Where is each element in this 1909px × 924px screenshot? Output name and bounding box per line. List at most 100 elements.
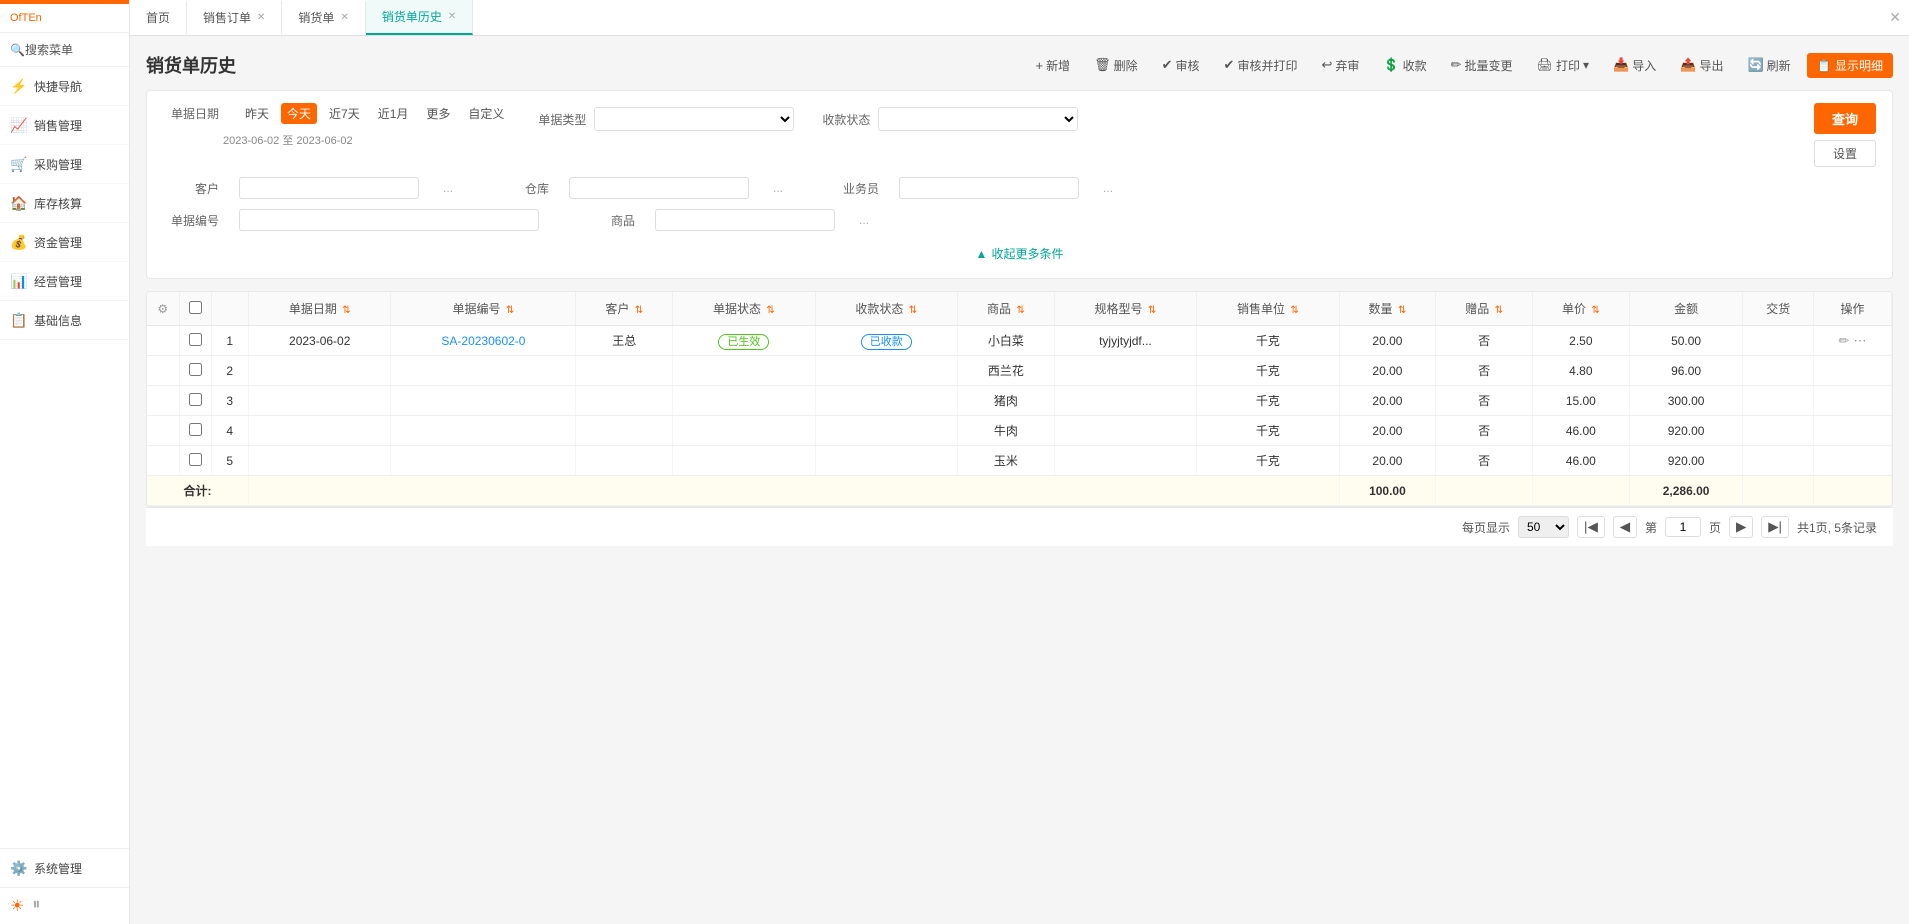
row-checkbox-0[interactable] bbox=[179, 326, 211, 356]
row-checkbox-1[interactable] bbox=[179, 356, 211, 386]
customer-input[interactable] bbox=[239, 177, 419, 199]
th-doc-date[interactable]: 单据日期 ⇅ bbox=[249, 292, 391, 326]
row-doc-number-1[interactable] bbox=[391, 356, 576, 386]
page-number-input[interactable] bbox=[1665, 517, 1701, 537]
edit-icon-0[interactable]: ✏ bbox=[1839, 333, 1850, 349]
print-button[interactable]: 🖨 打印 ▾ bbox=[1529, 53, 1598, 78]
row-payment-status-3 bbox=[815, 416, 957, 446]
row-operation-0: ✏ ⋯ bbox=[1814, 326, 1892, 356]
customer-ellipsis[interactable]: ... bbox=[443, 181, 453, 195]
tab-sales-delivery-close[interactable]: ✕ bbox=[340, 12, 348, 23]
sidebar-item-fund-mgmt[interactable]: 💰 资金管理 bbox=[0, 223, 129, 262]
th-payment-status[interactable]: 收款状态 ⇅ bbox=[815, 292, 957, 326]
tab-sales-order[interactable]: 销售订单 ✕ bbox=[187, 1, 282, 34]
audit-button[interactable]: ✔ 审核 bbox=[1154, 53, 1208, 78]
th-gift[interactable]: 赠品 ⇅ bbox=[1436, 292, 1533, 326]
row-product-4: 玉米 bbox=[958, 446, 1055, 476]
row-settings-2 bbox=[147, 386, 179, 416]
date-btn-today[interactable]: 今天 bbox=[281, 103, 317, 124]
sidebar-item-purchase-mgmt[interactable]: 🛒 采购管理 bbox=[0, 145, 129, 184]
last-page-btn[interactable]: ▶| bbox=[1761, 516, 1789, 538]
tab-sales-order-close[interactable]: ✕ bbox=[257, 12, 265, 23]
th-checkbox bbox=[179, 292, 211, 326]
import-button[interactable]: 📥 导入 bbox=[1605, 53, 1664, 78]
audit-print-button[interactable]: ✔ 审核并打印 bbox=[1216, 53, 1306, 78]
more-icon-0[interactable]: ⋯ bbox=[1853, 333, 1866, 349]
product-ellipsis[interactable]: ... bbox=[859, 213, 869, 227]
sidebar-item-sales-mgmt[interactable]: 📈 销售管理 bbox=[0, 106, 129, 145]
prev-page-btn[interactable]: ◀ bbox=[1613, 516, 1637, 538]
row-doc-number-4[interactable] bbox=[391, 446, 576, 476]
date-btn-yesterday[interactable]: 昨天 bbox=[239, 103, 275, 124]
warehouse-ellipsis[interactable]: ... bbox=[773, 181, 783, 195]
row-checkbox-4[interactable] bbox=[179, 446, 211, 476]
sidebar-item-search-menu[interactable]: 🔍 搜索菜单 bbox=[0, 33, 129, 67]
tab-home[interactable]: 首页 bbox=[130, 1, 187, 34]
refresh-button[interactable]: 🔄 刷新 bbox=[1739, 53, 1798, 78]
tab-sales-history-close[interactable]: ✕ bbox=[448, 11, 456, 22]
row-amount-2: 300.00 bbox=[1629, 386, 1743, 416]
audit-print-icon: ✔ bbox=[1224, 57, 1235, 73]
tab-bar-close-all[interactable]: ✕ bbox=[1889, 9, 1909, 26]
product-input[interactable] bbox=[655, 209, 835, 231]
collapse-up-icon: ▲ bbox=[976, 247, 988, 261]
doc-type-select[interactable] bbox=[594, 107, 794, 131]
delete-button[interactable]: 🗑 删除 bbox=[1086, 53, 1146, 78]
export-icon: 📤 bbox=[1680, 57, 1696, 73]
th-customer[interactable]: 客户 ⇅ bbox=[576, 292, 673, 326]
row-doc-number-2[interactable] bbox=[391, 386, 576, 416]
sidebar-item-basic-info[interactable]: 📋 基础信息 bbox=[0, 301, 129, 340]
date-btn-last7days[interactable]: 近7天 bbox=[323, 103, 366, 124]
warehouse-input[interactable] bbox=[569, 177, 749, 199]
row-quantity-0: 20.00 bbox=[1339, 326, 1436, 356]
row-gift-1: 否 bbox=[1436, 356, 1533, 386]
setting-button[interactable]: 设置 bbox=[1814, 140, 1876, 167]
date-btn-last1month[interactable]: 近1月 bbox=[372, 103, 415, 124]
th-doc-number[interactable]: 单据编号 ⇅ bbox=[391, 292, 576, 326]
collect-button[interactable]: 💲 收款 bbox=[1375, 53, 1434, 78]
table-settings-icon[interactable]: ⚙ bbox=[157, 302, 168, 316]
doc-number-input[interactable] bbox=[239, 209, 539, 231]
th-unit-price[interactable]: 单价 ⇅ bbox=[1532, 292, 1629, 326]
sidebar-item-inventory-calc[interactable]: 🏠 库存核算 bbox=[0, 184, 129, 223]
select-all-checkbox[interactable] bbox=[189, 301, 202, 314]
row-product-3: 牛肉 bbox=[958, 416, 1055, 446]
export-button[interactable]: 📤 导出 bbox=[1672, 53, 1731, 78]
row-transaction-3 bbox=[1743, 416, 1814, 446]
sidebar-item-ops-mgmt[interactable]: 📊 经营管理 bbox=[0, 262, 129, 301]
page-size-select[interactable]: 50 20 100 bbox=[1518, 516, 1569, 538]
tab-sales-delivery[interactable]: 销货单 ✕ bbox=[282, 1, 365, 34]
query-button[interactable]: 查询 bbox=[1814, 103, 1876, 134]
batch-change-button[interactable]: ✏ 批量变更 bbox=[1443, 53, 1521, 78]
tab-sales-history-label: 销货单历史 bbox=[382, 8, 442, 25]
show-detail-button[interactable]: 📋 显示明细 bbox=[1807, 53, 1893, 78]
date-btn-custom[interactable]: 自定义 bbox=[462, 103, 510, 124]
th-doc-status[interactable]: 单据状态 ⇅ bbox=[673, 292, 815, 326]
row-doc-status-3 bbox=[673, 416, 815, 446]
row-checkbox-3[interactable] bbox=[179, 416, 211, 446]
add-button[interactable]: + 新增 bbox=[1027, 53, 1078, 78]
salesperson-ellipsis[interactable]: ... bbox=[1103, 181, 1113, 195]
collapse-btn[interactable]: ▲ 收起更多条件 bbox=[976, 241, 1064, 266]
total-label-cell: 合计: bbox=[147, 476, 249, 506]
sidebar-item-quick-nav[interactable]: ⚡ 快捷导航 bbox=[0, 67, 129, 106]
next-page-btn[interactable]: ▶ bbox=[1729, 516, 1753, 538]
date-btn-more[interactable]: 更多 bbox=[420, 103, 456, 124]
th-product[interactable]: 商品 ⇅ bbox=[958, 292, 1055, 326]
first-page-btn[interactable]: |◀ bbox=[1577, 516, 1605, 538]
th-spec[interactable]: 规格型号 ⇅ bbox=[1054, 292, 1196, 326]
sidebar-item-system-mgmt[interactable]: ⚙️ 系统管理 bbox=[0, 849, 129, 887]
payment-status-select[interactable] bbox=[878, 107, 1078, 131]
tab-sales-history[interactable]: 销货单历史 ✕ bbox=[366, 0, 473, 35]
sidebar-footer-icon1[interactable]: ☀ bbox=[10, 896, 24, 916]
discard-button[interactable]: ↩ 弃审 bbox=[1313, 53, 1367, 78]
th-quantity[interactable]: 数量 ⇅ bbox=[1339, 292, 1436, 326]
row-doc-number-3[interactable] bbox=[391, 416, 576, 446]
row-checkbox-2[interactable] bbox=[179, 386, 211, 416]
th-unit[interactable]: 销售单位 ⇅ bbox=[1197, 292, 1339, 326]
salesperson-input[interactable] bbox=[899, 177, 1079, 199]
sort-product-icon: ⇅ bbox=[1016, 305, 1024, 316]
sidebar-footer-icon2[interactable]: ⏸ bbox=[32, 896, 40, 916]
row-doc-number-0[interactable]: SA-20230602-0 bbox=[391, 326, 576, 356]
collapse-label: 收起更多条件 bbox=[991, 245, 1063, 262]
